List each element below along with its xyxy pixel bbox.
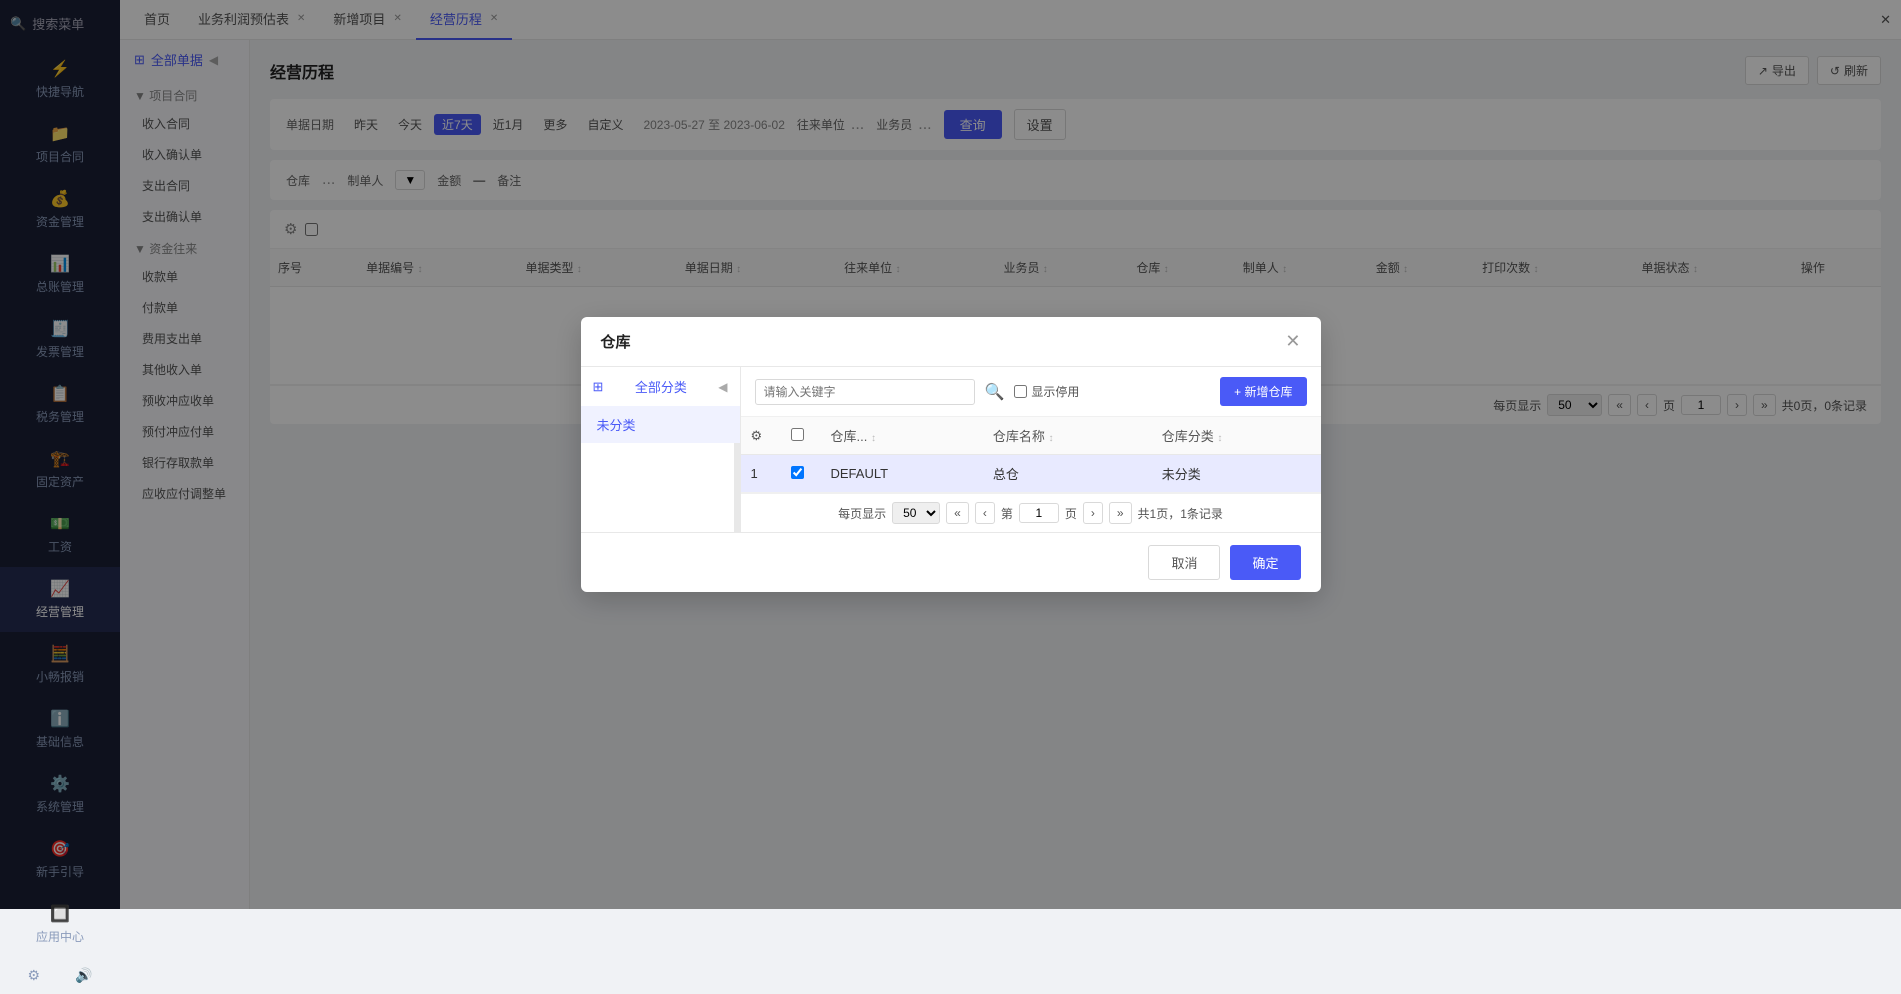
modal-table-row[interactable]: 1 DEFAULT 总仓 未分类 [741, 455, 1321, 493]
modal-right-panel: 🔍 显示停用 + 新增仓库 ⚙ [741, 367, 1321, 532]
settings-icon[interactable]: ⚙ [28, 967, 41, 984]
cancel-button[interactable]: 取消 [1148, 545, 1220, 580]
modal-warehouse-table: ⚙ 仓库... ↕ 仓库名称 ↕ [741, 417, 1321, 493]
modal-search-input[interactable] [755, 379, 975, 405]
modal-header: 仓库 ✕ [581, 317, 1321, 367]
modal-next-page[interactable]: › [1083, 502, 1103, 524]
show-disabled-label: 显示停用 [1014, 383, 1079, 400]
modal-page-size-select[interactable]: 50 [892, 502, 940, 524]
warehouse-modal: 仓库 ✕ ⊞ 全部分类 ◀ 未分类 [581, 317, 1321, 592]
modal-table-container: ⚙ 仓库... ↕ 仓库名称 ↕ [741, 417, 1321, 493]
modal-toolbar: 🔍 显示停用 + 新增仓库 [741, 367, 1321, 417]
row-checkbox[interactable] [781, 455, 821, 493]
sidebar-item-app-center-label: 应用中心 [36, 928, 84, 945]
unclassified-label: 未分类 [597, 418, 636, 433]
modal-col-category: 仓库分类 ↕ [1152, 417, 1321, 455]
grid-icon-modal: ⊞ [593, 379, 604, 395]
modal-title: 仓库 [601, 331, 631, 352]
modal-page-label-pre: 第 [1001, 505, 1013, 522]
modal-left-all-categories[interactable]: ⊞ 全部分类 ◀ [581, 367, 740, 406]
modal-col-check [781, 417, 821, 455]
modal-page-input[interactable] [1019, 503, 1059, 523]
modal-total-label: 共1页，1条记录 [1138, 505, 1223, 522]
row-index: 1 [741, 455, 781, 493]
modal-page-label: 页 [1065, 505, 1077, 522]
modal-col-code: 仓库... ↕ [821, 417, 983, 455]
modal-left-panel: ⊞ 全部分类 ◀ 未分类 [581, 367, 741, 532]
modal-last-page[interactable]: » [1109, 502, 1132, 524]
modal-col-gear: ⚙ [741, 417, 781, 455]
confirm-button[interactable]: 确定 [1230, 545, 1300, 580]
sidebar-bottom: ⚙ 🔊 [0, 957, 120, 994]
modal-select-all[interactable] [791, 428, 804, 441]
left-scrollbar[interactable] [734, 443, 740, 532]
gear-icon-table[interactable]: ⚙ [751, 428, 763, 443]
all-categories-label: 全部分类 [635, 377, 687, 396]
row-code: DEFAULT [821, 455, 983, 493]
modal-col-name: 仓库名称 ↕ [983, 417, 1152, 455]
row-category: 未分类 [1152, 455, 1321, 493]
modal-close-btn[interactable]: ✕ [1285, 331, 1300, 352]
modal-body: ⊞ 全部分类 ◀ 未分类 🔍 显示停用 [581, 367, 1321, 532]
modal-left-collapse[interactable]: ◀ [718, 380, 727, 394]
show-disabled-checkbox[interactable] [1014, 385, 1027, 398]
modal-per-page-label: 每页显示 [838, 505, 886, 522]
modal-left-unclassified[interactable]: 未分类 [581, 406, 740, 443]
modal-search-icon[interactable]: 🔍 [985, 382, 1005, 402]
show-disabled-text: 显示停用 [1031, 383, 1079, 400]
volume-icon[interactable]: 🔊 [75, 967, 92, 984]
add-warehouse-btn[interactable]: + 新增仓库 [1220, 377, 1306, 406]
modal-first-page[interactable]: « [946, 502, 969, 524]
row-name: 总仓 [983, 455, 1152, 493]
modal-overlay: 仓库 ✕ ⊞ 全部分类 ◀ 未分类 [0, 0, 1901, 909]
modal-prev-page[interactable]: ‹ [975, 502, 995, 524]
modal-footer: 取消 确定 [581, 532, 1321, 592]
modal-pagination: 每页显示 50 « ‹ 第 页 › » 共1页，1条记录 [741, 493, 1321, 532]
